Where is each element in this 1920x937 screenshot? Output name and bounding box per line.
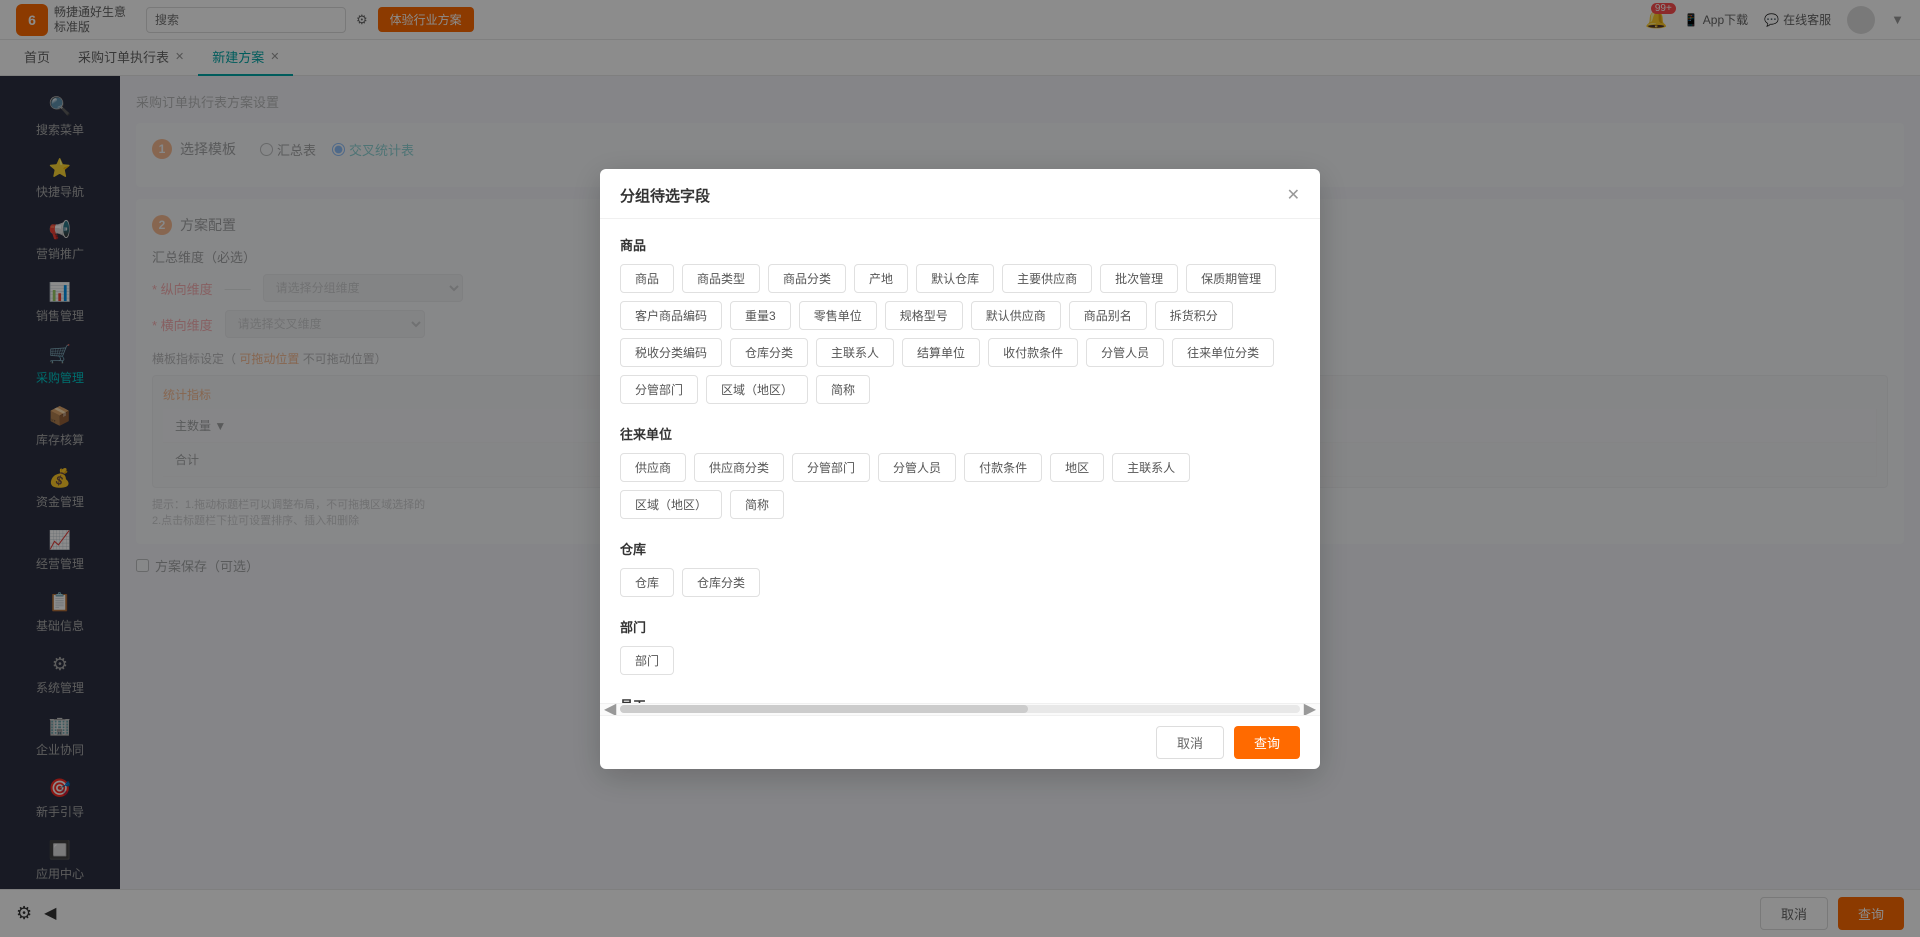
field-tag-main-contact[interactable]: 主联系人 <box>816 338 894 367</box>
section-staff-title: 员工 <box>620 695 1300 703</box>
field-tag-spec-model[interactable]: 规格型号 <box>885 301 963 330</box>
section-warehouse: 仓库 仓库 仓库分类 <box>620 539 1300 597</box>
section-product-tags: 商品 商品类型 商品分类 产地 默认仓库 主要供应商 批次管理 保质期管理 客户… <box>620 264 1300 404</box>
dialog-hscrollbar[interactable]: ◀ ▶ <box>600 703 1320 715</box>
section-partner-title: 往来单位 <box>620 424 1300 443</box>
section-warehouse-tags: 仓库 仓库分类 <box>620 568 1300 597</box>
field-tag-partner-short[interactable]: 简称 <box>730 490 784 519</box>
field-tag-product[interactable]: 商品 <box>620 264 674 293</box>
field-tag-region-product[interactable]: 区域（地区） <box>706 375 808 404</box>
modal-overlay: 分组待选字段 ✕ 商品 商品 商品类型 商品分类 产地 默认仓库 主要供应商 批… <box>0 0 1920 937</box>
hscroll-thumb[interactable] <box>620 705 1028 713</box>
section-product: 商品 商品 商品类型 商品分类 产地 默认仓库 主要供应商 批次管理 保质期管理… <box>620 235 1300 404</box>
field-tag-sub-dept[interactable]: 分管部门 <box>620 375 698 404</box>
field-tag-partner-contact[interactable]: 主联系人 <box>1112 453 1190 482</box>
field-tag-settlement-unit[interactable]: 结算单位 <box>902 338 980 367</box>
field-tag-main-supplier[interactable]: 主要供应商 <box>1002 264 1092 293</box>
field-tag-retail-unit[interactable]: 零售单位 <box>799 301 877 330</box>
dialog-body: 商品 商品 商品类型 商品分类 产地 默认仓库 主要供应商 批次管理 保质期管理… <box>600 219 1320 703</box>
field-tag-partner-manager[interactable]: 分管人员 <box>878 453 956 482</box>
field-tag-integral[interactable]: 拆货积分 <box>1155 301 1233 330</box>
section-dept-tags: 部门 <box>620 646 1300 675</box>
dialog-title: 分组待选字段 <box>620 185 710 206</box>
section-warehouse-title: 仓库 <box>620 539 1300 558</box>
field-tag-product-type[interactable]: 商品类型 <box>682 264 760 293</box>
field-tag-warehouse-category[interactable]: 仓库分类 <box>730 338 808 367</box>
section-partner-tags: 供应商 供应商分类 分管部门 分管人员 付款条件 地区 主联系人 区域（地区） … <box>620 453 1300 519</box>
field-tag-supplier-category[interactable]: 供应商分类 <box>694 453 784 482</box>
section-partner: 往来单位 供应商 供应商分类 分管部门 分管人员 付款条件 地区 主联系人 区域… <box>620 424 1300 519</box>
field-tag-manager[interactable]: 分管人员 <box>1086 338 1164 367</box>
field-tag-partner-region[interactable]: 地区 <box>1050 453 1104 482</box>
field-tag-from-unit[interactable]: 往来单位分类 <box>1172 338 1274 367</box>
field-tag-wh-category[interactable]: 仓库分类 <box>682 568 760 597</box>
field-tag-wh[interactable]: 仓库 <box>620 568 674 597</box>
field-select-dialog: 分组待选字段 ✕ 商品 商品 商品类型 商品分类 产地 默认仓库 主要供应商 批… <box>600 169 1320 769</box>
field-tag-default-supplier[interactable]: 默认供应商 <box>971 301 1061 330</box>
confirm-button[interactable]: 查询 <box>1234 726 1300 759</box>
field-tag-brand[interactable]: 商品别名 <box>1069 301 1147 330</box>
field-tag-partner-dept[interactable]: 分管部门 <box>792 453 870 482</box>
field-tag-payment-condition[interactable]: 付款条件 <box>964 453 1042 482</box>
field-tag-product-category[interactable]: 商品分类 <box>768 264 846 293</box>
section-product-title: 商品 <box>620 235 1300 254</box>
field-tag-weight3[interactable]: 重量3 <box>730 301 791 330</box>
cancel-button[interactable]: 取消 <box>1156 726 1224 759</box>
field-tag-shelf-life[interactable]: 保质期管理 <box>1186 264 1276 293</box>
section-staff: 员工 业务员 <box>620 695 1300 703</box>
field-tag-supplier[interactable]: 供应商 <box>620 453 686 482</box>
field-tag-batch-manage[interactable]: 批次管理 <box>1100 264 1178 293</box>
section-dept: 部门 部门 <box>620 617 1300 675</box>
field-tag-department[interactable]: 部门 <box>620 646 674 675</box>
field-tag-tax-code[interactable]: 税收分类编码 <box>620 338 722 367</box>
field-tag-default-warehouse[interactable]: 默认仓库 <box>916 264 994 293</box>
hscroll-track <box>620 705 1299 713</box>
dialog-header: 分组待选字段 ✕ <box>600 169 1320 219</box>
dialog-actions: 取消 查询 <box>600 715 1320 769</box>
field-tag-short-name-product[interactable]: 简称 <box>816 375 870 404</box>
field-tag-origin[interactable]: 产地 <box>854 264 908 293</box>
field-tag-partner-area[interactable]: 区域（地区） <box>620 490 722 519</box>
dialog-close-button[interactable]: ✕ <box>1287 185 1300 205</box>
field-tag-customer-code[interactable]: 客户商品编码 <box>620 301 722 330</box>
section-dept-title: 部门 <box>620 617 1300 636</box>
field-tag-payment-terms[interactable]: 收付款条件 <box>988 338 1078 367</box>
